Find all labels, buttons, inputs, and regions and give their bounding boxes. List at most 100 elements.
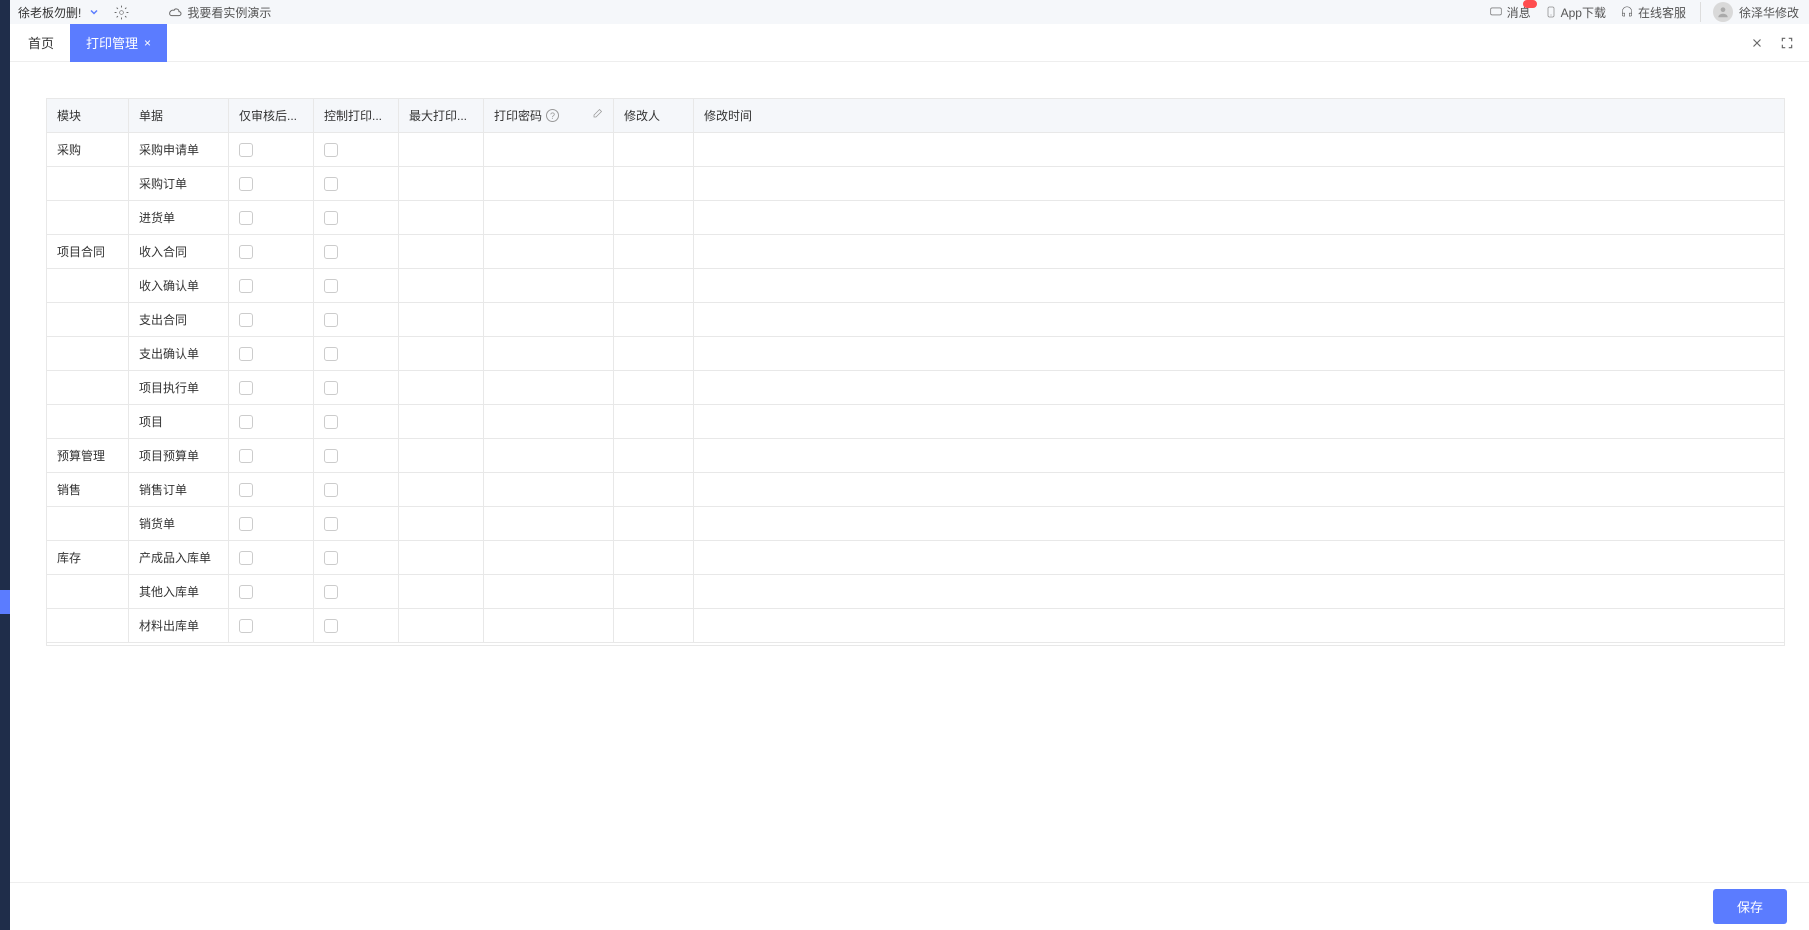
checkbox-control-print[interactable]	[324, 483, 338, 497]
demo-link[interactable]: 我要看实例演示	[167, 4, 271, 21]
cell-max-print[interactable]	[399, 541, 484, 574]
cell-doc: 销售订单	[129, 473, 229, 506]
cell-print-password[interactable]	[484, 167, 614, 200]
cell-max-print[interactable]	[399, 439, 484, 472]
checkbox-control-print[interactable]	[324, 143, 338, 157]
cell-print-password[interactable]	[484, 201, 614, 234]
checkbox-control-print[interactable]	[324, 449, 338, 463]
cell-max-print[interactable]	[399, 337, 484, 370]
table-row: 支出确认单	[47, 337, 1784, 371]
cell-max-print[interactable]	[399, 405, 484, 438]
cell-print-password[interactable]	[484, 575, 614, 608]
checkbox-control-print[interactable]	[324, 177, 338, 191]
tab-print-management[interactable]: 打印管理 ×	[70, 24, 167, 62]
checkbox-only-after-audit[interactable]	[239, 211, 253, 225]
checkbox-only-after-audit[interactable]	[239, 347, 253, 361]
cell-print-password[interactable]	[484, 337, 614, 370]
headset-icon	[1620, 5, 1634, 19]
close-icon[interactable]: ×	[144, 36, 151, 50]
org-selector[interactable]: 徐老板勿删!	[18, 4, 105, 21]
cell-doc: 材料出库单	[129, 609, 229, 642]
checkbox-only-after-audit[interactable]	[239, 279, 253, 293]
checkbox-only-after-audit[interactable]	[239, 517, 253, 531]
cell-control-print	[314, 405, 399, 438]
table-row: 采购采购申请单	[47, 133, 1784, 167]
cell-print-password[interactable]	[484, 541, 614, 574]
checkbox-control-print[interactable]	[324, 585, 338, 599]
cell-max-print[interactable]	[399, 133, 484, 166]
user-menu[interactable]: 徐泽华修改	[1700, 2, 1799, 22]
app-download-link[interactable]: App下载	[1545, 4, 1606, 21]
cell-doc: 收入合同	[129, 235, 229, 268]
checkbox-only-after-audit[interactable]	[239, 483, 253, 497]
checkbox-only-after-audit[interactable]	[239, 415, 253, 429]
checkbox-control-print[interactable]	[324, 551, 338, 565]
checkbox-control-print[interactable]	[324, 381, 338, 395]
checkbox-control-print[interactable]	[324, 211, 338, 225]
checkbox-control-print[interactable]	[324, 415, 338, 429]
cell-control-print	[314, 337, 399, 370]
cell-max-print[interactable]	[399, 269, 484, 302]
close-all-tabs-button[interactable]	[1747, 33, 1767, 53]
checkbox-only-after-audit[interactable]	[239, 177, 253, 191]
checkbox-control-print[interactable]	[324, 347, 338, 361]
cell-max-print[interactable]	[399, 575, 484, 608]
cell-print-password[interactable]	[484, 303, 614, 336]
checkbox-only-after-audit[interactable]	[239, 585, 253, 599]
cell-only-after-audit	[229, 303, 314, 336]
cell-max-print[interactable]	[399, 235, 484, 268]
cell-only-after-audit	[229, 201, 314, 234]
help-icon[interactable]: ?	[546, 109, 559, 122]
cell-module	[47, 609, 129, 642]
online-service-link[interactable]: 在线客服	[1620, 4, 1686, 21]
table-row: 库存产成品入库单	[47, 541, 1784, 575]
cell-only-after-audit	[229, 405, 314, 438]
checkbox-control-print[interactable]	[324, 245, 338, 259]
cell-max-print[interactable]	[399, 201, 484, 234]
cell-print-password[interactable]	[484, 235, 614, 268]
cell-control-print	[314, 235, 399, 268]
cell-module	[47, 303, 129, 336]
message-link[interactable]: 消息	[1489, 4, 1531, 21]
table-row: 支出合同	[47, 303, 1784, 337]
cell-max-print[interactable]	[399, 473, 484, 506]
cell-control-print	[314, 167, 399, 200]
checkbox-control-print[interactable]	[324, 619, 338, 633]
cell-max-print[interactable]	[399, 371, 484, 404]
cell-print-password[interactable]	[484, 473, 614, 506]
cell-print-password[interactable]	[484, 133, 614, 166]
cell-print-password[interactable]	[484, 269, 614, 302]
table-body[interactable]: 采购采购申请单采购订单进货单项目合同收入合同收入确认单支出合同支出确认单项目执行…	[47, 133, 1784, 645]
checkbox-only-after-audit[interactable]	[239, 143, 253, 157]
gear-icon[interactable]	[113, 4, 129, 20]
checkbox-only-after-audit[interactable]	[239, 381, 253, 395]
cell-modify-time	[694, 337, 1784, 370]
cell-print-password[interactable]	[484, 405, 614, 438]
cell-max-print[interactable]	[399, 507, 484, 540]
checkbox-only-after-audit[interactable]	[239, 551, 253, 565]
checkbox-only-after-audit[interactable]	[239, 619, 253, 633]
fullscreen-button[interactable]	[1777, 33, 1797, 53]
save-button[interactable]: 保存	[1713, 889, 1787, 924]
cell-max-print[interactable]	[399, 167, 484, 200]
edit-icon[interactable]	[591, 108, 603, 123]
topbar: 徐老板勿删! 我要看实例演示 消息 App下载	[0, 0, 1809, 24]
cell-max-print[interactable]	[399, 609, 484, 642]
cell-max-print[interactable]	[399, 303, 484, 336]
cell-print-password[interactable]	[484, 609, 614, 642]
th-only-after-audit: 仅审核后...	[229, 99, 314, 132]
cell-print-password[interactable]	[484, 507, 614, 540]
cell-print-password[interactable]	[484, 439, 614, 472]
checkbox-only-after-audit[interactable]	[239, 245, 253, 259]
checkbox-control-print[interactable]	[324, 279, 338, 293]
cell-modify-time	[694, 405, 1784, 438]
checkbox-control-print[interactable]	[324, 517, 338, 531]
table-row: 预算管理项目预算单	[47, 439, 1784, 473]
cell-module: 库存	[47, 541, 129, 574]
tab-home[interactable]: 首页	[12, 24, 70, 62]
checkbox-control-print[interactable]	[324, 313, 338, 327]
checkbox-only-after-audit[interactable]	[239, 449, 253, 463]
cell-print-password[interactable]	[484, 371, 614, 404]
checkbox-only-after-audit[interactable]	[239, 313, 253, 327]
cell-doc: 项目预算单	[129, 439, 229, 472]
